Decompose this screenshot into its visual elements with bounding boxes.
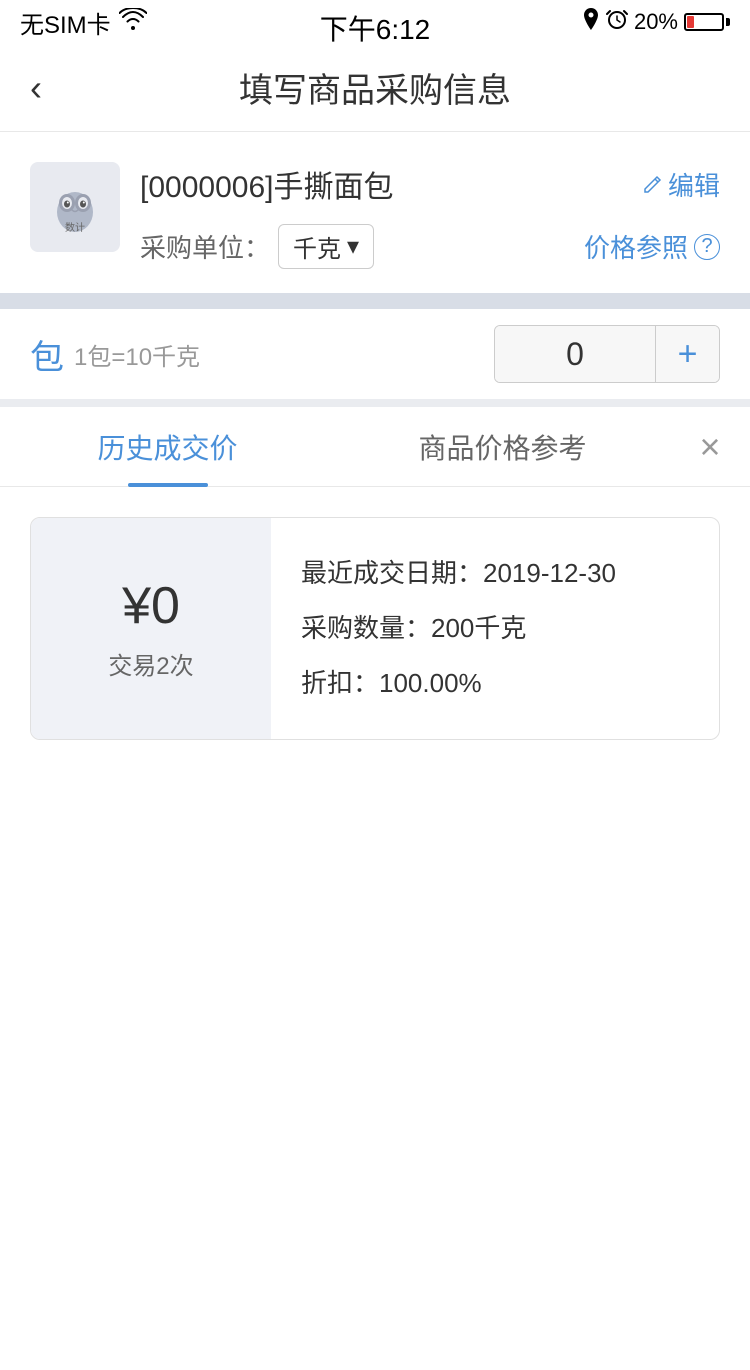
battery-percent: 20% [634, 9, 678, 35]
unit-label: 采购单位： 千克 ▾ [140, 224, 374, 269]
edit-button[interactable]: 编辑 [642, 166, 720, 203]
unit-row: 采购单位： 千克 ▾ 价格参照 ? [140, 224, 720, 269]
page-title: 填写商品采购信息 [239, 63, 511, 112]
svg-text:数计: 数计 [65, 221, 85, 234]
status-time: 下午6:12 [320, 8, 431, 48]
product-thumbnail: 数计 [30, 162, 120, 252]
product-row: 数计 [0000006]手撕面包 编辑 采购单位： [30, 162, 720, 269]
qty-plus-button[interactable]: + [655, 326, 719, 382]
product-name-row: [0000006]手撕面包 编辑 [140, 162, 720, 206]
quantity-row: 包 1包=10千克 + [0, 309, 750, 399]
back-button[interactable]: ‹ [30, 67, 42, 109]
discount-row: 折扣：100.00% [301, 664, 689, 703]
qty-unit-label: 包 [30, 330, 64, 379]
history-trades: 交易2次 [108, 646, 193, 681]
section-divider [0, 293, 750, 309]
dropdown-icon: ▾ [347, 232, 359, 261]
recent-date-row: 最近成交日期：2019-12-30 [301, 554, 689, 593]
product-name: [0000006]手撕面包 [140, 162, 393, 206]
qty-input[interactable] [495, 326, 655, 382]
status-bar: 无SIM卡 下午6:12 20% [0, 0, 750, 44]
tab-bar: 历史成交价 商品价格参考 × [0, 407, 750, 487]
tab-close-button[interactable]: × [670, 407, 750, 487]
history-details: 最近成交日期：2019-12-30 采购数量：200千克 折扣：100.00% [271, 518, 719, 739]
wifi-icon [119, 8, 147, 37]
history-price: ¥0 [122, 576, 180, 636]
history-card: ¥0 交易2次 最近成交日期：2019-12-30 采购数量：200千克 折扣：… [30, 517, 720, 740]
history-section: ¥0 交易2次 最近成交日期：2019-12-30 采购数量：200千克 折扣：… [0, 487, 750, 770]
price-ref-button[interactable]: 价格参照 ? [584, 228, 720, 265]
history-price-section: ¥0 交易2次 [31, 518, 271, 739]
price-symbol: ¥ [122, 577, 151, 635]
empty-area [0, 770, 750, 1370]
tab-history-price[interactable]: 历史成交价 [0, 407, 335, 487]
location-icon [582, 8, 600, 36]
nav-bar: ‹ 填写商品采购信息 [0, 44, 750, 132]
price-value: 0 [151, 577, 180, 635]
qty-unit-note: 1包=10千克 [74, 337, 200, 372]
purchase-qty-row: 采购数量：200千克 [301, 609, 689, 648]
network-label: 无SIM卡 [20, 5, 111, 40]
unit-select[interactable]: 千克 ▾ [278, 224, 374, 269]
help-icon: ? [694, 234, 720, 260]
qty-control: + [494, 325, 720, 383]
product-info: [0000006]手撕面包 编辑 采购单位： 千克 ▾ [140, 162, 720, 269]
alarm-icon [606, 8, 628, 36]
qty-unit-info: 包 1包=10千克 [30, 330, 200, 379]
status-right: 20% [582, 8, 730, 36]
tab-panel: 历史成交价 商品价格参考 × ¥0 交易2次 最近成交日期：2019-12-30… [0, 407, 750, 770]
tab-product-price[interactable]: 商品价格参考 [335, 407, 670, 487]
product-card: 数计 [0000006]手撕面包 编辑 采购单位： [0, 132, 750, 293]
battery-icon [684, 13, 730, 31]
status-left: 无SIM卡 [20, 5, 147, 40]
